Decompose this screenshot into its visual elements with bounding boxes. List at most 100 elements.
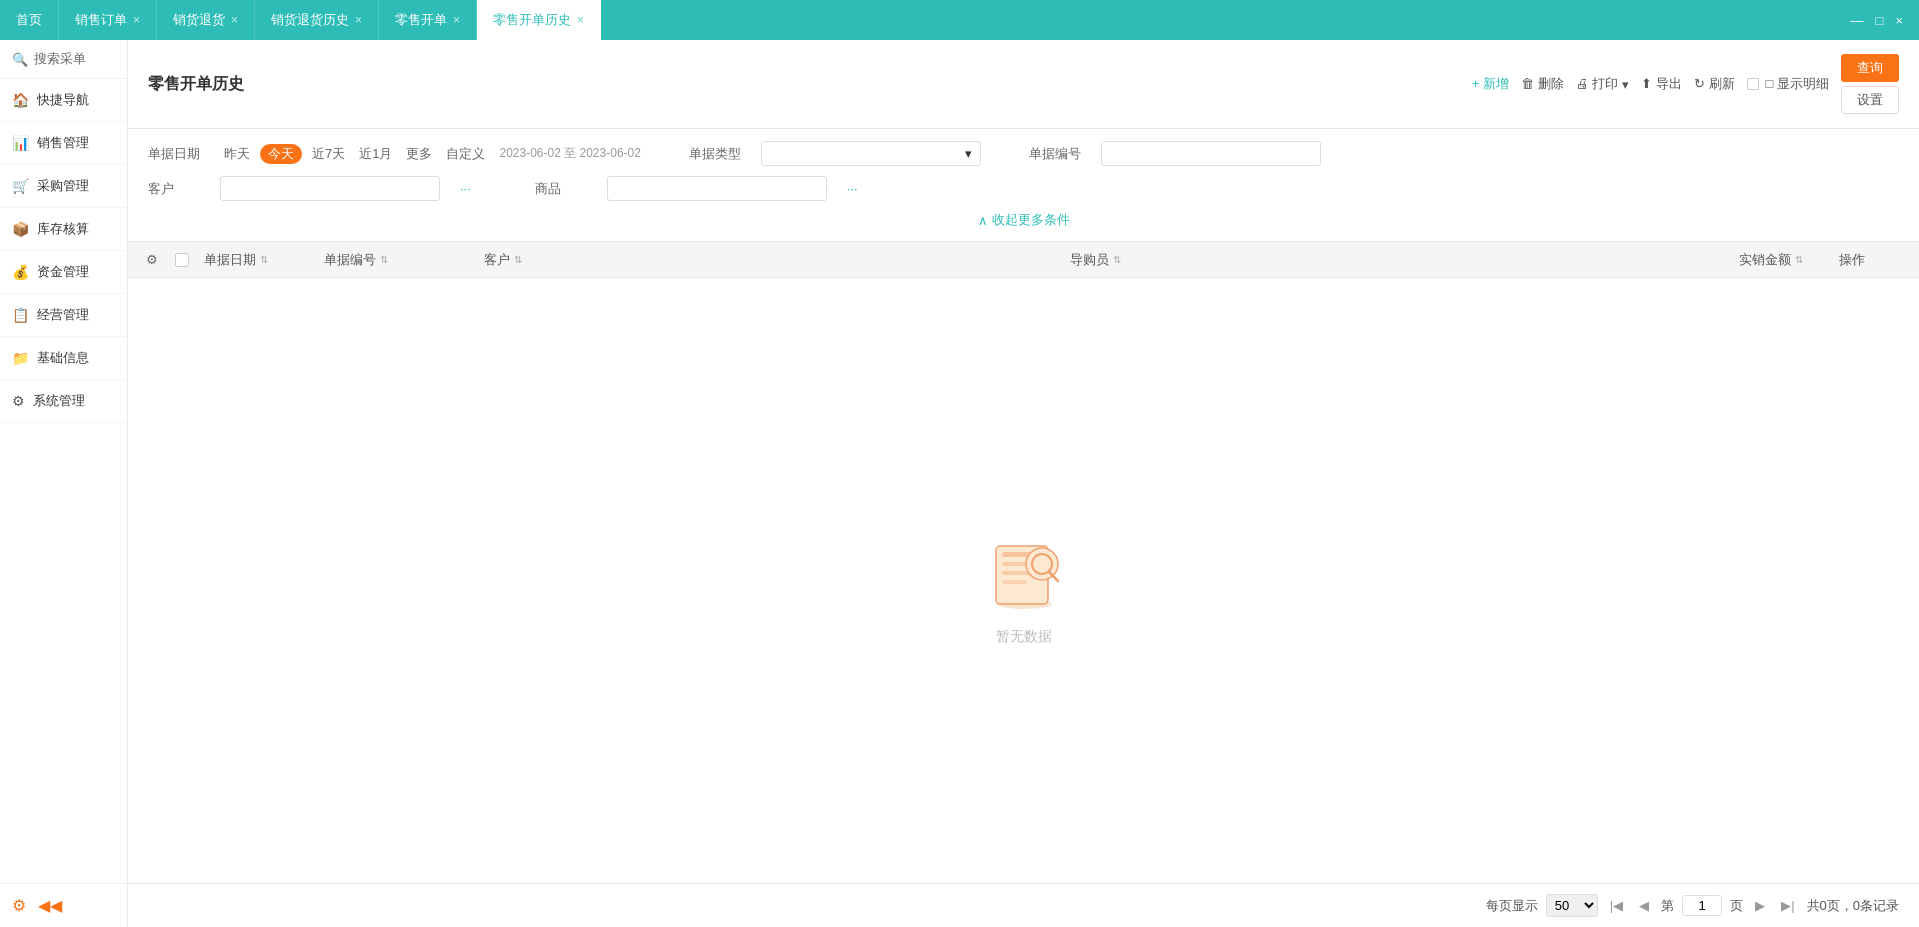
window-maximize[interactable]: □ (1876, 13, 1884, 28)
sidebar-item-label: 销售管理 (37, 134, 89, 152)
page-title: 零售开单历史 (148, 74, 244, 109)
close-tab-sales-return-history[interactable]: × (355, 13, 362, 27)
column-settings-button[interactable]: ⚙ (136, 252, 168, 267)
add-button[interactable]: + 新增 (1472, 75, 1509, 93)
first-page-button[interactable]: |◀ (1606, 896, 1627, 915)
display-detail-button[interactable]: □ 显示明细 (1747, 75, 1829, 93)
sidebar-item-inventory[interactable]: 📦 库存核算 (0, 208, 127, 251)
shortcut-more[interactable]: 更多 (402, 144, 436, 164)
print-dropdown-icon[interactable]: ▾ (1622, 77, 1629, 92)
tab-sales-return-history[interactable]: 销货退货历史 × (255, 0, 379, 40)
date-label: 单据日期 (148, 145, 204, 163)
close-tab-sales-order[interactable]: × (133, 13, 140, 27)
th-customer[interactable]: 客户 ⇅ (476, 251, 1062, 269)
collapse-filter-button[interactable]: ∧ 收起更多条件 (148, 211, 1899, 229)
export-button[interactable]: ⬆ 导出 (1641, 75, 1682, 93)
tab-retail-open[interactable]: 零售开单 × (379, 0, 477, 40)
page-size-select[interactable]: 50 10 20 100 (1546, 894, 1598, 917)
goods-input[interactable] (607, 176, 827, 201)
customer-ellipsis[interactable]: ··· (460, 181, 471, 196)
sort-amount-icon: ⇅ (1795, 254, 1803, 265)
svg-rect-5 (1002, 580, 1027, 584)
sidebar-search[interactable]: 🔍 搜索采单 (0, 40, 127, 79)
close-tab-retail-open-history[interactable]: × (577, 13, 584, 27)
sidebar-item-quick-nav[interactable]: 🏠 快捷导航 (0, 79, 127, 122)
search-icon: 🔍 (12, 52, 28, 67)
delete-button[interactable]: 🗑 删除 (1521, 75, 1564, 93)
sidebar-item-label: 系统管理 (33, 392, 85, 410)
empty-text: 暂无数据 (996, 628, 1052, 646)
tab-retail-open-history[interactable]: 零售开单历史 × (477, 0, 601, 40)
window-close[interactable]: × (1895, 13, 1903, 28)
customer-label: 客户 (148, 180, 204, 198)
shortcut-today[interactable]: 今天 (260, 144, 302, 164)
th-date[interactable]: 单据日期 ⇅ (196, 251, 316, 269)
page-header: 零售开单历史 + 新增 🗑 删除 🖨 打印 ▾ ⬆ 导出 ↻ 刷新 (128, 40, 1919, 129)
home-icon: 🏠 (12, 92, 29, 108)
sort-billno-icon: ⇅ (380, 254, 388, 265)
settings-icon[interactable]: ⚙ (12, 896, 26, 915)
shortcut-1month[interactable]: 近1月 (355, 144, 396, 164)
purchase-icon: 🛒 (12, 178, 29, 194)
goods-ellipsis[interactable]: ··· (847, 181, 858, 196)
bill-no-input[interactable] (1101, 141, 1321, 166)
top-nav: 首页 销售订单 × 销货退货 × 销货退货历史 × 零售开单 × 零售开单历史 … (0, 0, 1919, 40)
sidebar-item-purchase-mgmt[interactable]: 🛒 采购管理 (0, 165, 127, 208)
window-minimize[interactable]: — (1851, 13, 1864, 28)
total-info: 共0页，0条记录 (1807, 897, 1899, 915)
display-checkbox[interactable] (1747, 78, 1759, 90)
pagination: 每页显示 50 10 20 100 |◀ ◀ 第 页 ▶ ▶| 共0页，0条记录 (128, 883, 1919, 927)
sidebar-item-label: 基础信息 (37, 349, 89, 367)
bill-no-label: 单据编号 (1029, 145, 1085, 163)
sidebar-item-sales-mgmt[interactable]: 📊 销售管理 (0, 122, 127, 165)
shortcut-yesterday[interactable]: 昨天 (220, 144, 254, 164)
print-button[interactable]: 🖨 打印 ▾ (1576, 75, 1630, 93)
table-area: ⚙ 单据日期 ⇅ 单据编号 ⇅ 客户 ⇅ 导购员 ⇅ (128, 242, 1919, 883)
date-shortcuts: 昨天 今天 近7天 近1月 更多 自定义 2023-06-02 至 2023-0… (220, 144, 641, 164)
sort-date-icon: ⇅ (260, 254, 268, 265)
page-input[interactable] (1682, 895, 1722, 916)
select-all-checkbox[interactable] (168, 253, 196, 267)
empty-illustration (974, 516, 1074, 616)
shortcut-7days[interactable]: 近7天 (308, 144, 349, 164)
close-tab-sales-return[interactable]: × (231, 13, 238, 27)
sidebar-item-finance[interactable]: 💰 资金管理 (0, 251, 127, 294)
query-button[interactable]: 查询 (1841, 54, 1899, 82)
tab-home[interactable]: 首页 (0, 0, 59, 40)
shortcut-custom[interactable]: 自定义 (442, 144, 489, 164)
page-size-label: 每页显示 (1486, 897, 1538, 915)
goods-label: 商品 (535, 180, 591, 198)
empty-state: 暂无数据 (128, 278, 1919, 883)
th-amount[interactable]: 实销金额 ⇅ (1731, 251, 1831, 269)
page-label: 第 (1661, 897, 1674, 915)
tab-sales-order[interactable]: 销售订单 × (59, 0, 157, 40)
chevron-up-icon: ∧ (978, 213, 988, 228)
window-controls: — □ × (1851, 13, 1919, 28)
settings-button[interactable]: 设置 (1841, 86, 1899, 114)
sidebar-item-label: 库存核算 (37, 220, 89, 238)
customer-input[interactable] (220, 176, 440, 201)
finance-icon: 💰 (12, 264, 29, 280)
system-icon: ⚙ (12, 393, 25, 409)
sidebar-item-system-mgmt[interactable]: ⚙ 系统管理 (0, 380, 127, 423)
th-billno[interactable]: 单据编号 ⇅ (316, 251, 476, 269)
sidebar-search-label: 搜索采单 (34, 50, 86, 68)
next-page-button[interactable]: ▶ (1751, 896, 1769, 915)
last-page-button[interactable]: ▶| (1777, 896, 1798, 915)
bill-type-select[interactable]: ▾ (761, 141, 981, 166)
sidebar-item-operations[interactable]: 📋 经营管理 (0, 294, 127, 337)
prev-page-button[interactable]: ◀ (1635, 896, 1653, 915)
collapse-sidebar-icon[interactable]: ◀◀ (38, 896, 62, 915)
page-unit: 页 (1730, 897, 1743, 915)
bill-type-label: 单据类型 (689, 145, 745, 163)
dropdown-icon: ▾ (965, 146, 972, 161)
close-tab-retail-open[interactable]: × (453, 13, 460, 27)
sidebar-item-basic-info[interactable]: 📁 基础信息 (0, 337, 127, 380)
th-guide[interactable]: 导购员 ⇅ (1062, 251, 1162, 269)
refresh-button[interactable]: ↻ 刷新 (1694, 75, 1735, 93)
table-header: ⚙ 单据日期 ⇅ 单据编号 ⇅ 客户 ⇅ 导购员 ⇅ (128, 242, 1919, 278)
tab-sales-return[interactable]: 销货退货 × (157, 0, 255, 40)
filter-area: 单据日期 昨天 今天 近7天 近1月 更多 自定义 2023-06-02 至 2… (128, 129, 1919, 242)
sidebar-item-label: 经营管理 (37, 306, 89, 324)
inventory-icon: 📦 (12, 221, 29, 237)
